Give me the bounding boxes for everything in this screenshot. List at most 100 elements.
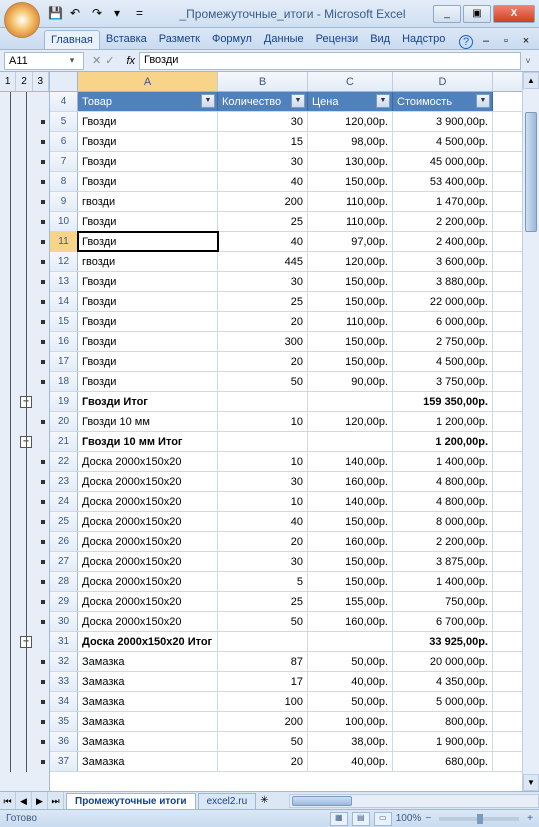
cell[interactable]: 45 000,00р. [393,152,493,171]
cell[interactable]: 159 350,00р. [393,392,493,411]
header-cell-B[interactable]: Количество▼ [218,92,308,111]
cell[interactable]: 120,00р. [308,112,393,131]
outline-level-2[interactable]: 2 [16,72,32,91]
ribbon-tab-3[interactable]: Формул [206,30,258,49]
cell[interactable]: 1 400,00р. [393,452,493,471]
cell[interactable]: Гвозди 10 мм [78,412,218,431]
cell[interactable]: Замазка [78,732,218,751]
cell[interactable]: 800,00р. [393,712,493,731]
cell[interactable]: 10 [218,452,308,471]
cell[interactable]: 2 750,00р. [393,332,493,351]
cell[interactable]: 30 [218,112,308,131]
vscroll-thumb[interactable] [525,112,537,232]
row-header[interactable]: 7 [50,152,78,171]
cell[interactable]: 38,00р. [308,732,393,751]
cell[interactable]: Доска 2000х150х20 [78,552,218,571]
ribbon-tab-5[interactable]: Рецензи [310,30,365,49]
cell[interactable]: 50 [218,372,308,391]
cell[interactable]: Гвозди [78,312,218,331]
undo-icon[interactable]: ↶ [70,6,86,22]
filter-button-icon[interactable]: ▼ [376,94,390,108]
cell[interactable]: 140,00р. [308,452,393,471]
cell[interactable]: 300 [218,332,308,351]
name-box-dropdown-icon[interactable]: ▾ [65,55,79,66]
cell[interactable]: 4 500,00р. [393,132,493,151]
row-header[interactable]: 34 [50,692,78,711]
view-normal-icon[interactable]: ▦ [330,812,348,826]
cell[interactable] [218,432,308,451]
cell[interactable]: 3 880,00р. [393,272,493,291]
cell[interactable]: 3 875,00р. [393,552,493,571]
cell[interactable]: 90,00р. [308,372,393,391]
row-header[interactable]: 13 [50,272,78,291]
cell[interactable]: Гвозди Итог [78,392,218,411]
row-header[interactable]: 31 [50,632,78,651]
cell[interactable]: 110,00р. [308,312,393,331]
cell[interactable]: 25 [218,292,308,311]
horizontal-scrollbar[interactable] [289,794,539,808]
filter-button-icon[interactable]: ▼ [476,94,490,108]
scroll-up-icon[interactable]: ▲ [523,72,539,89]
cell[interactable]: Гвозди [78,132,218,151]
row-header[interactable]: 23 [50,472,78,491]
ribbon-tab-4[interactable]: Данные [258,30,310,49]
cell[interactable]: 3 750,00р. [393,372,493,391]
cell[interactable]: 150,00р. [308,512,393,531]
cell[interactable]: Гвозди [78,152,218,171]
cell[interactable]: 120,00р. [308,252,393,271]
cell[interactable]: 30 [218,152,308,171]
cell[interactable]: 15 [218,132,308,151]
cell[interactable]: 4 350,00р. [393,672,493,691]
select-all-corner[interactable] [50,72,78,91]
ribbon-tab-0[interactable]: Главная [44,30,100,49]
cell[interactable]: Доска 2000х150х20 [78,612,218,631]
save-icon[interactable]: 💾 [48,6,64,22]
cell[interactable]: Доска 2000х150х20 [78,532,218,551]
cell[interactable]: гвозди [78,252,218,271]
cell[interactable]: 87 [218,652,308,671]
cell[interactable]: 160,00р. [308,532,393,551]
mdi-restore-icon[interactable]: ▫ [499,35,513,49]
cell[interactable]: 445 [218,252,308,271]
cell[interactable]: 2 200,00р. [393,212,493,231]
row-header[interactable]: 12 [50,252,78,271]
row-header[interactable]: 17 [50,352,78,371]
cell[interactable]: Доска 2000х150х20 [78,592,218,611]
cell[interactable] [308,432,393,451]
outline-level-1[interactable]: 1 [0,72,16,91]
row-header[interactable]: 16 [50,332,78,351]
cell[interactable]: 40 [218,172,308,191]
outline-level-3[interactable]: 3 [33,72,49,91]
help-icon[interactable]: ? [459,35,473,49]
cell[interactable]: Замазка [78,692,218,711]
row-header[interactable]: 22 [50,452,78,471]
cell[interactable]: Замазка [78,712,218,731]
cell[interactable]: 1 200,00р. [393,412,493,431]
office-button[interactable] [4,2,40,38]
cell[interactable]: 150,00р. [308,292,393,311]
cell[interactable]: 150,00р. [308,172,393,191]
row-header[interactable]: 11 [50,232,78,251]
row-header[interactable]: 25 [50,512,78,531]
scroll-down-icon[interactable]: ▼ [523,774,539,791]
cell[interactable]: 100 [218,692,308,711]
row-header[interactable]: 27 [50,552,78,571]
cell[interactable]: 20 [218,312,308,331]
sheet-nav-1[interactable]: ◀ [16,792,32,810]
cell[interactable]: 10 [218,412,308,431]
cell[interactable]: 40 [218,512,308,531]
zoom-thumb[interactable] [477,814,483,824]
sheet-nav-3[interactable]: ⏭ [48,792,64,810]
formula-input[interactable]: Гвозди [139,52,521,70]
header-cell-C[interactable]: Цена▼ [308,92,393,111]
cell[interactable]: Гвозди 10 мм Итог [78,432,218,451]
cell[interactable]: 20 [218,752,308,771]
cell[interactable]: 120,00р. [308,412,393,431]
ribbon-tab-7[interactable]: Надстро [396,30,451,49]
cell[interactable]: Гвозди [78,332,218,351]
cell[interactable]: Замазка [78,752,218,771]
cell[interactable]: 40,00р. [308,752,393,771]
row-header[interactable]: 30 [50,612,78,631]
view-layout-icon[interactable]: ▤ [352,812,370,826]
col-header-A[interactable]: A [78,72,218,91]
